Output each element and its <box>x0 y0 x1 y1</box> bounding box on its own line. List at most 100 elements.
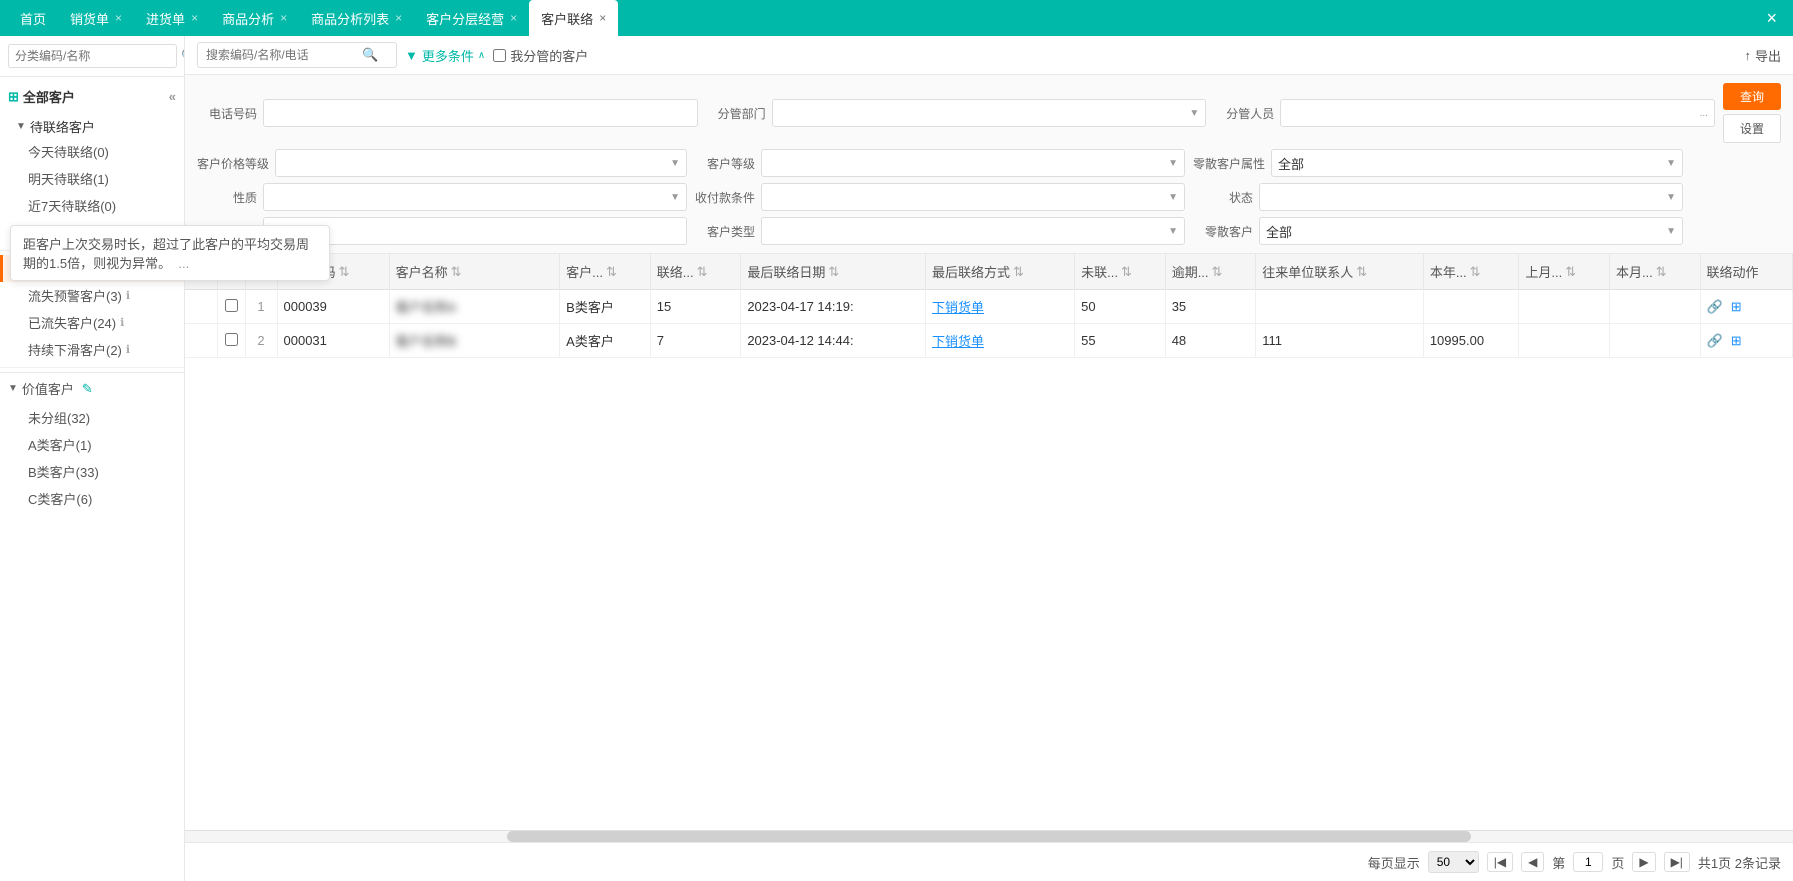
filter-bar: 🔍 ▼ 更多条件 ∧ 我分管的客户 ↑ 导出 <box>185 36 1793 75</box>
row2-checkbox[interactable] <box>217 324 245 358</box>
sort-icon-contact: ⇅ <box>697 264 708 280</box>
col-last-month-label: 上月... <box>1525 262 1562 281</box>
last-page-button[interactable]: ▶| <box>1664 852 1690 872</box>
close-sales-icon[interactable]: × <box>115 11 122 25</box>
sidebar-item-today-pending[interactable]: 今天待联络(0) <box>0 138 184 165</box>
column-name[interactable]: 客户名称⇅ <box>389 254 560 290</box>
retail-customer-input[interactable]: 全部 ▼ <box>1259 217 1683 245</box>
column-this-year[interactable]: 本年...⇅ <box>1423 254 1519 290</box>
close-purchase-icon[interactable]: × <box>191 11 198 25</box>
customer-type-dropdown-icon: ▼ <box>1168 226 1178 237</box>
current-page-input[interactable] <box>1573 852 1603 872</box>
settings-button[interactable]: 设置 <box>1723 114 1781 143</box>
customer-level-input[interactable]: ▼ <box>761 149 1185 177</box>
sidebar-item-c-class[interactable]: C类客户(6) <box>0 485 184 512</box>
content-area: 🔍 ▼ 更多条件 ∧ 我分管的客户 ↑ 导出 电话号码 <box>185 36 1793 881</box>
sidebar-item-b-class[interactable]: B类客户(33) <box>0 458 184 485</box>
row2-link-icon[interactable]: 🔗 <box>1707 333 1723 349</box>
edit-icon[interactable]: ✎ <box>82 381 93 397</box>
per-page-select[interactable]: 50 100 200 <box>1428 851 1479 873</box>
manager-input[interactable]: ... <box>1280 99 1715 127</box>
sidebar-item-ungrouped[interactable]: 未分组(32) <box>0 404 184 431</box>
row1-more-icon[interactable]: ⊞ <box>1731 299 1742 315</box>
nav-customer-contact[interactable]: 客户联络 × <box>529 0 618 36</box>
column-last-contact-method[interactable]: 最后联络方式⇅ <box>926 254 1075 290</box>
chevron-down-icon: ∧ <box>478 50 485 61</box>
row1-link-icon[interactable]: 🔗 <box>1707 299 1723 315</box>
nav-customer-tier[interactable]: 客户分层经营 × <box>414 0 529 36</box>
row1-last-method[interactable]: 下销货单 <box>926 290 1075 324</box>
row2-code[interactable]: 000031 <box>277 324 389 358</box>
column-uncontacted[interactable]: 未联...⇅ <box>1075 254 1166 290</box>
column-this-month[interactable]: 本月...⇅ <box>1609 254 1700 290</box>
col-type-label: 客户... <box>566 262 603 281</box>
my-customers-checkbox[interactable] <box>493 49 506 62</box>
row1-select-checkbox[interactable] <box>225 299 238 312</box>
value-customers-group[interactable]: ▼ 价值客户 ✎ <box>0 372 184 404</box>
status-input[interactable]: ▼ <box>1259 183 1683 211</box>
sidebar-item-a-class[interactable]: A类客户(1) <box>0 431 184 458</box>
horizontal-scrollbar-thumb[interactable] <box>507 831 1472 842</box>
nav-product-analysis-list[interactable]: 商品分析列表 × <box>299 0 414 36</box>
column-contact-person[interactable]: 往来单位联系人⇅ <box>1256 254 1424 290</box>
query-button[interactable]: 查询 <box>1723 83 1781 110</box>
close-customer-tier-icon[interactable]: × <box>510 11 517 25</box>
row1-this-year <box>1423 290 1519 324</box>
horizontal-scrollbar[interactable] <box>185 830 1793 842</box>
row2-name[interactable]: 客户名称B <box>389 324 560 358</box>
close-product-analysis-icon[interactable]: × <box>280 11 287 25</box>
tooltip-popup: 距客户上次交易时长，超过了此客户的平均交易周期的1.5倍，则视为异常。 ... <box>10 225 330 281</box>
nav-home[interactable]: 首页 <box>8 0 58 36</box>
search-icon[interactable]: 🔍 <box>362 47 378 63</box>
payment-terms-input[interactable]: ▼ <box>761 183 1185 211</box>
column-contact[interactable]: 联络...⇅ <box>650 254 741 290</box>
row2-action-icons: 🔗 ⊞ <box>1707 333 1786 349</box>
row2-more-icon[interactable]: ⊞ <box>1731 333 1742 349</box>
sidebar-search-input[interactable] <box>8 44 177 68</box>
nav-product-analysis[interactable]: 商品分析 × <box>210 0 299 36</box>
advanced-filter: 电话号码 分管部门 ▼ 分管人员 ... 查询 设置 <box>185 75 1793 254</box>
next-page-button[interactable]: ▶ <box>1632 852 1655 872</box>
sidebar-item-churn-warning[interactable]: 流失预警客户(3) ℹ <box>0 282 184 309</box>
close-customer-contact-icon[interactable]: × <box>599 11 606 25</box>
data-table: ⚙ 客户编码⇅ 客户名称⇅ 客户...⇅ <box>185 254 1793 358</box>
column-last-month[interactable]: 上月...⇅ <box>1519 254 1610 290</box>
sidebar-item-declining[interactable]: 持续下滑客户(2) ℹ <box>0 336 184 363</box>
prev-page-button[interactable]: ◀ <box>1521 852 1544 872</box>
row2-select-checkbox[interactable] <box>225 333 238 346</box>
nature-input[interactable]: ▼ <box>263 183 687 211</box>
arrow-down-icon2: ▼ <box>8 383 18 394</box>
sidebar-item-churned[interactable]: 已流失客户(24) ℹ <box>0 309 184 336</box>
column-last-contact-date[interactable]: 最后联络日期⇅ <box>741 254 926 290</box>
filter-nature: 性质 ▼ <box>197 183 687 211</box>
row1-code[interactable]: 000039 <box>277 290 389 324</box>
column-overdue[interactable]: 逾期...⇅ <box>1165 254 1256 290</box>
close-product-list-icon[interactable]: × <box>395 11 402 25</box>
phone-input[interactable] <box>263 99 698 127</box>
row1-checkbox[interactable] <box>217 290 245 324</box>
more-conditions-button[interactable]: ▼ 更多条件 ∧ <box>405 46 485 65</box>
all-customers-node[interactable]: ⊞ 全部客户 « <box>0 81 184 112</box>
nav-purchase[interactable]: 进货单 × <box>134 0 210 36</box>
sidebar-item-7days-pending[interactable]: 近7天待联络(0) <box>0 192 184 219</box>
row2-last-method[interactable]: 下销货单 <box>926 324 1075 358</box>
row1-name[interactable]: 客户名称A <box>389 290 560 324</box>
group-pending-contact[interactable]: ▼ 待联络客户 <box>0 112 184 138</box>
customer-type-input[interactable]: ▼ <box>761 217 1185 245</box>
row2-last-month <box>1519 324 1610 358</box>
first-page-button[interactable]: |◀ <box>1487 852 1513 872</box>
price-level-input[interactable]: ▼ <box>275 149 687 177</box>
retail-attr-dropdown-icon: ▼ <box>1666 158 1676 169</box>
table-row: 2 000031 客户名称B A类客户 7 2023-04-12 14:44: … <box>185 324 1793 358</box>
column-type[interactable]: 客户...⇅ <box>560 254 651 290</box>
dept-input[interactable]: ▼ <box>772 99 1207 127</box>
retail-attr-input[interactable]: 全部 ▼ <box>1271 149 1683 177</box>
search-input[interactable] <box>206 48 356 62</box>
sidebar-collapse-icon[interactable]: « <box>169 89 176 104</box>
close-all-tabs-button[interactable]: × <box>1758 8 1785 29</box>
export-button[interactable]: ↑ 导出 <box>1744 46 1781 65</box>
nav-sales[interactable]: 销货单 × <box>58 0 134 36</box>
col-this-year-label: 本年... <box>1430 262 1467 281</box>
my-customers-checkbox-label[interactable]: 我分管的客户 <box>493 46 588 65</box>
sidebar-item-tomorrow-pending[interactable]: 明天待联络(1) <box>0 165 184 192</box>
